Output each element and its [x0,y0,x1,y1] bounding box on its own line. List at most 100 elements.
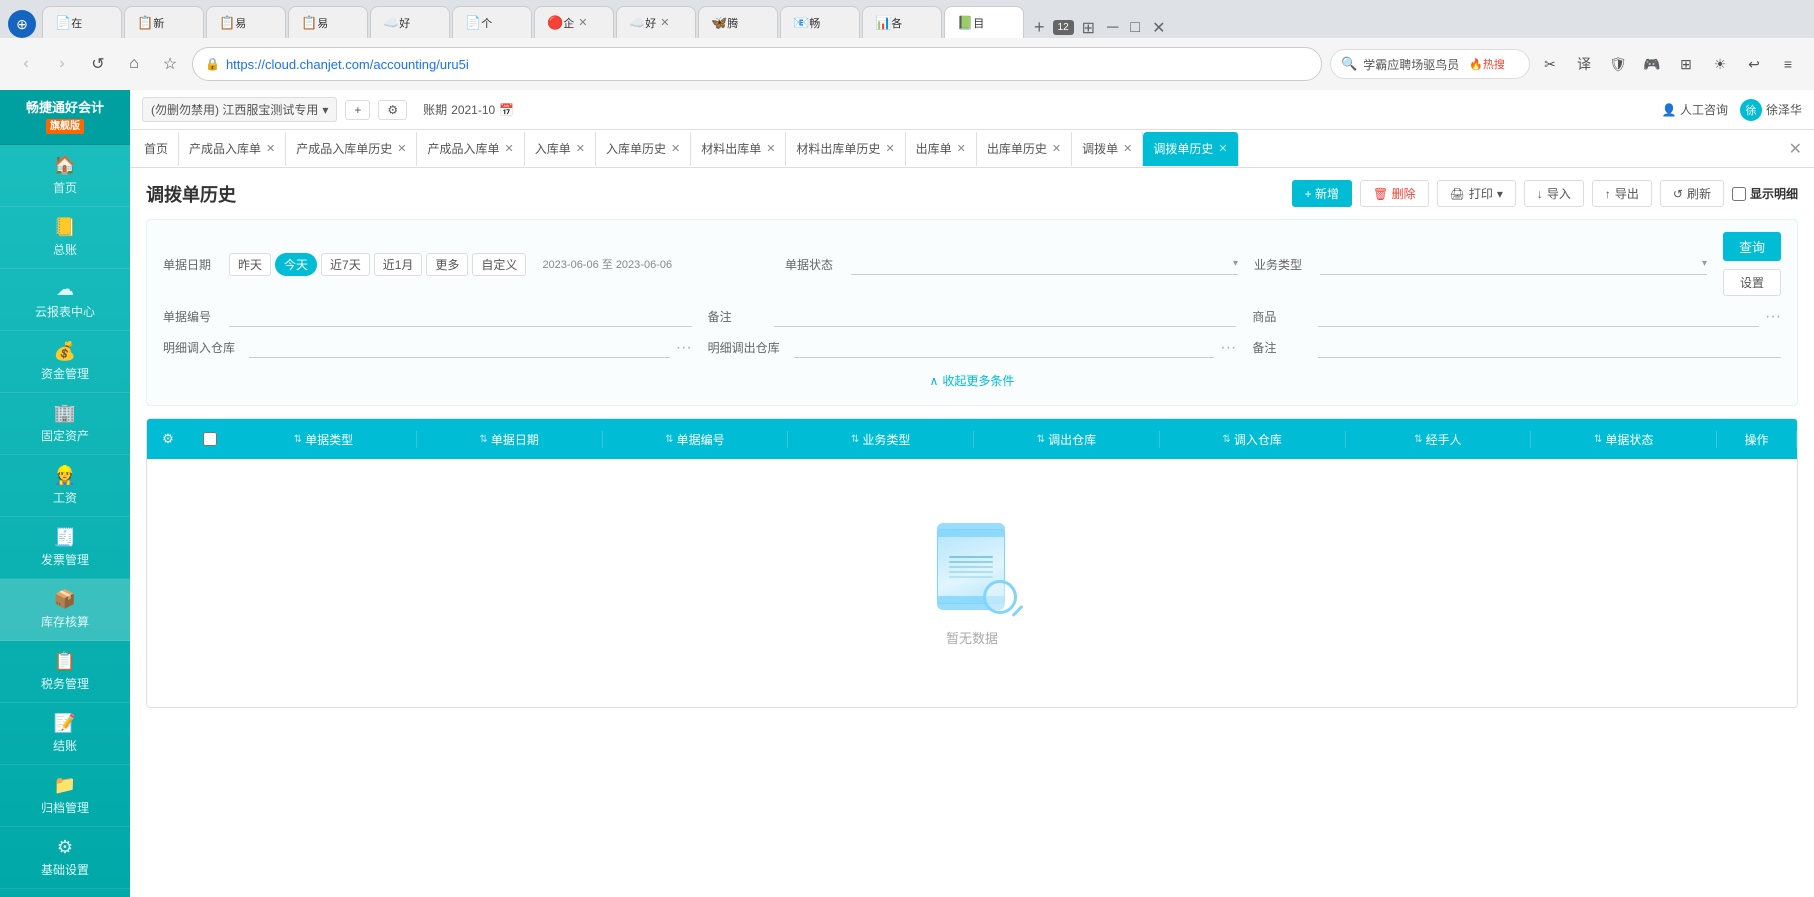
forward-btn[interactable]: › [48,50,76,78]
tab-close-icon[interactable]: ✕ [885,142,894,155]
1month-btn[interactable]: 近1月 [374,253,423,276]
sidebar-item-ledger[interactable]: 📒 总账 [0,207,130,269]
games-icon[interactable]: 🎮 [1638,50,1666,78]
doc-status-select[interactable]: 草稿 已审核 [851,254,1233,274]
shield-icon[interactable]: 🛡 [1604,50,1632,78]
remark2-input[interactable] [1318,337,1781,358]
back-btn[interactable]: ‹ [12,50,40,78]
maximize-btn[interactable]: □ [1126,19,1144,37]
sidebar-item-assets[interactable]: 🏢 固定资产 [0,393,130,455]
sidebar-item-invoice[interactable]: 🧾 发票管理 [0,517,130,579]
sidebar-item-funds[interactable]: 💰 资金管理 [0,331,130,393]
tab-production-instock[interactable]: 产成品入库单 ✕ [179,132,286,166]
detail-out-picker-icon[interactable]: ··· [1220,339,1236,357]
close-window-btn[interactable]: ✕ [1148,18,1169,38]
import-btn[interactable]: ↓ 导入 [1524,180,1584,207]
menu-icon[interactable]: ≡ [1774,50,1802,78]
tab-home[interactable]: 首页 [134,132,179,166]
tab-close-icon[interactable]: ✕ [397,142,406,155]
export-btn[interactable]: ↑ 导出 [1592,180,1652,207]
translate-icon[interactable]: 译 [1570,50,1598,78]
calendar-icon[interactable]: 📅 [499,103,514,117]
sidebar-item-closing[interactable]: 📝 结账 [0,703,130,765]
company-selector[interactable]: (勿删勿禁用) 江西服宝测试专用 ▾ [142,97,337,122]
tab-production-instock-history[interactable]: 产成品入库单历史 ✕ [286,132,417,166]
new-btn[interactable]: + 新增 [1292,180,1352,207]
add-company-btn[interactable]: + [345,100,370,120]
sidebar-item-home[interactable]: 🏠 首页 [0,145,130,207]
browser-tab-2[interactable]: 📋 新 [124,6,204,38]
sidebar-item-guide[interactable]: 🎓 新手引导 [0,889,130,897]
yesterday-btn[interactable]: 昨天 [229,253,271,276]
browser-tab-8[interactable]: ☁️ 好 ✕ [616,6,696,38]
tab-close-icon[interactable]: ✕ [576,142,585,155]
tab-close-icon[interactable]: ✕ [1052,142,1061,155]
filter-settings-btn[interactable]: 设置 [1723,269,1781,296]
bookmark-btn[interactable]: ☆ [156,50,184,78]
tab-transfer[interactable]: 调拨单 ✕ [1072,132,1143,166]
browser-tab-7[interactable]: 🔴 企 ✕ [534,6,614,38]
browser-tab-5[interactable]: ☁️ 好 [370,6,450,38]
tab-material-outstock-history[interactable]: 材料出库单历史 ✕ [786,132,905,166]
history-icon[interactable]: ↩ [1740,50,1768,78]
detail-in-picker-icon[interactable]: ··· [676,339,692,357]
tab-close-icon[interactable]: ✕ [1123,142,1132,155]
biz-type-select[interactable] [1320,254,1702,274]
tab-close-icon[interactable]: ✕ [505,142,514,155]
detail-in-input[interactable] [249,337,670,358]
th-doc-type[interactable]: ⇅ 单据类型 [231,431,417,448]
th-handler[interactable]: ⇅ 经手人 [1346,431,1532,448]
address-bar[interactable]: 🔒 https://cloud.chanjet.com/accounting/u… [192,47,1322,81]
goods-input[interactable] [1318,306,1759,327]
sidebar-item-tax[interactable]: 📋 税务管理 [0,641,130,703]
tab-bar-close-btn[interactable]: ✕ [1781,139,1810,159]
th-biz-type[interactable]: ⇅ 业务类型 [788,431,974,448]
more-btn[interactable]: 更多 [426,253,468,276]
tab-close-icon[interactable]: ✕ [957,142,966,155]
select-all-checkbox[interactable] [203,432,217,446]
th-doc-date[interactable]: ⇅ 单据日期 [417,431,603,448]
search-bar[interactable]: 🔍 学霸应聘场驱鸟员 🔥热搜 [1330,49,1530,79]
today-btn[interactable]: 今天 [275,253,317,276]
scissors-icon[interactable]: ✂ [1536,50,1564,78]
browser-tab-4[interactable]: 📋 易 [288,6,368,38]
theme-icon[interactable]: ☀ [1706,50,1734,78]
show-detail-checkbox[interactable] [1732,187,1746,201]
tab-close-icon[interactable]: ✕ [671,142,680,155]
tab-close-icon[interactable]: ✕ [766,142,775,155]
query-btn[interactable]: 查询 [1723,232,1781,261]
tab-close-icon[interactable]: ✕ [1218,142,1227,155]
tab-instock-history[interactable]: 入库单历史 ✕ [596,132,691,166]
tab-material-outstock[interactable]: 材料出库单 ✕ [691,132,786,166]
tab-outstock[interactable]: 出库单 ✕ [906,132,977,166]
browser-tab-11[interactable]: 📊 各 [862,6,942,38]
refresh-btn[interactable]: ↺ [84,50,112,78]
delete-btn[interactable]: 🗑 删除 [1360,180,1429,207]
print-btn[interactable]: 🖨 🖨 打印 打印 ▾ [1437,180,1516,207]
company-settings-btn[interactable]: ⚙ [378,100,407,120]
remark-input[interactable] [774,306,1237,327]
collapse-filter-btn[interactable]: ∧ 收起更多条件 [930,368,1015,393]
browser-tab-6[interactable]: 📄 个 [452,6,532,38]
home-btn[interactable]: ⌂ [120,50,148,78]
th-doc-no[interactable]: ⇅ 单据编号 [603,431,789,448]
detail-out-input[interactable] [794,337,1215,358]
custom-btn[interactable]: 自定义 [472,253,526,276]
sidebar-item-payroll[interactable]: 👷 工资 [0,455,130,517]
tab-production-instock2[interactable]: 产成品入库单 ✕ [417,132,524,166]
th-from-warehouse[interactable]: ⇅ 调出仓库 [974,431,1160,448]
doc-no-input[interactable] [229,306,692,327]
tab-grid-btn[interactable]: ⊞ [1078,18,1099,38]
goods-picker-icon[interactable]: ··· [1765,308,1781,326]
sidebar-item-inventory[interactable]: 📦 库存核算 [0,579,130,641]
browser-tab-1[interactable]: 📄 在 [42,6,122,38]
minimize-btn[interactable]: ─ [1103,19,1122,37]
sidebar-item-reports[interactable]: ☁ 云报表中心 [0,269,130,331]
table-gear-btn[interactable]: ⚙ [147,431,189,447]
th-doc-status[interactable]: ⇅ 单据状态 [1531,431,1717,448]
tab-outstock-history[interactable]: 出库单历史 ✕ [977,132,1072,166]
browser-tab-12[interactable]: 📗 目 [944,6,1024,38]
browser-tab-10[interactable]: 📧 畅 [780,6,860,38]
grid-icon[interactable]: ⊞ [1672,50,1700,78]
user-avatar[interactable]: 徐 徐泽华 [1740,99,1802,121]
